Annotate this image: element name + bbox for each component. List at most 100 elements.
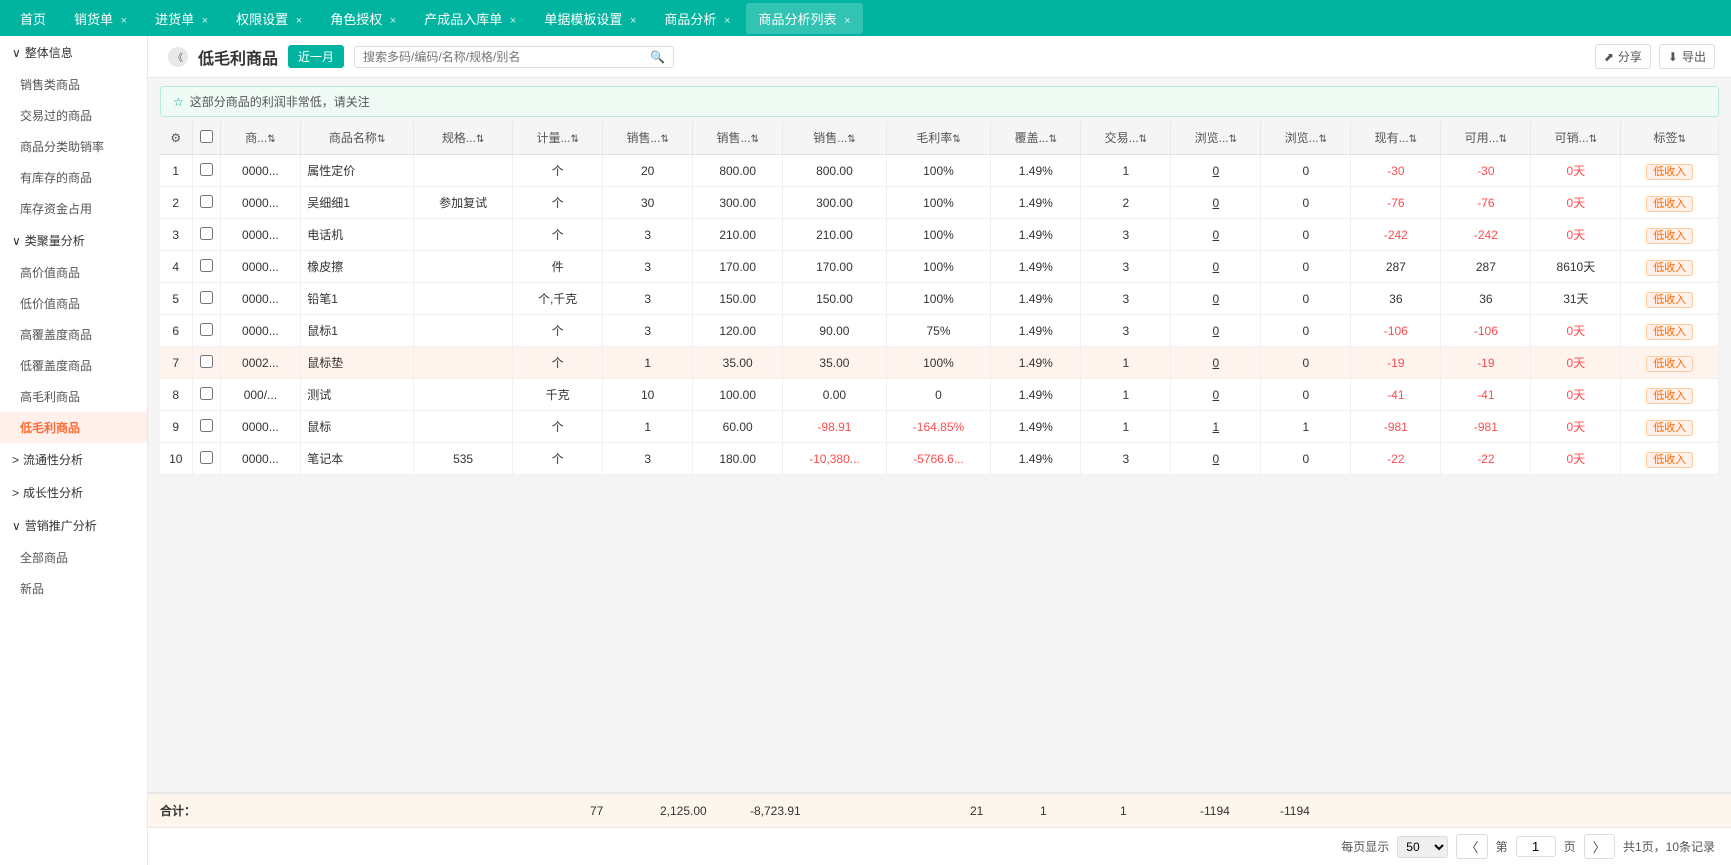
search-input[interactable] (363, 50, 644, 64)
close-permissions-icon[interactable]: × (296, 15, 302, 27)
row-checkbox-input[interactable] (200, 163, 213, 176)
col-txn[interactable]: 交易...⇅ (1081, 121, 1171, 155)
export-button[interactable]: ⬇ 导出 (1659, 44, 1715, 69)
sidebar-item-high-coverage[interactable]: 高覆盖度商品 (0, 319, 147, 350)
page-number-input[interactable] (1516, 836, 1556, 857)
row-checkbox[interactable] (192, 219, 220, 251)
row-browse[interactable]: 0 (1171, 251, 1261, 283)
col-price[interactable]: 销售...⇅ (693, 121, 783, 155)
close-goods-analysis-icon[interactable]: × (724, 15, 730, 27)
sidebar-item-sales-goods[interactable]: 销售类商品 (0, 69, 147, 100)
sidebar-item-low-value[interactable]: 低价值商品 (0, 288, 147, 319)
close-purchase-icon[interactable]: × (202, 15, 208, 27)
row-sale-amt: 150.00 (783, 283, 887, 315)
chevron-down-icon-2: ∨ (12, 234, 21, 248)
row-browse[interactable]: 0 (1171, 187, 1261, 219)
row-checkbox[interactable] (192, 315, 220, 347)
col-checkbox[interactable] (192, 121, 220, 155)
close-goods-list-icon[interactable]: × (844, 15, 850, 27)
sidebar-item-low-coverage[interactable]: 低覆盖度商品 (0, 350, 147, 381)
nav-permissions[interactable]: 权限设置 × (224, 3, 314, 34)
col-gross-pct[interactable]: 毛利率⇅ (886, 121, 991, 155)
row-sale-amt: 800.00 (783, 155, 887, 187)
row-checkbox-input[interactable] (200, 195, 213, 208)
sidebar-group-growth[interactable]: > 成长性分析 (0, 476, 147, 509)
col-salable[interactable]: 可销...⇅ (1531, 121, 1621, 155)
col-browse[interactable]: 浏览...⇅ (1171, 121, 1261, 155)
col-settings[interactable]: ⚙ (160, 121, 192, 155)
row-checkbox[interactable] (192, 251, 220, 283)
col-sale-amt[interactable]: 销售...⇅ (783, 121, 887, 155)
share-button[interactable]: ⬈ 分享 (1595, 44, 1651, 69)
sidebar-item-all-goods[interactable]: 全部商品 (0, 542, 147, 573)
sidebar-collapse-button[interactable]: 《 (168, 47, 188, 67)
prev-page-button[interactable]: 〈 (1456, 834, 1487, 859)
select-all-checkbox[interactable] (200, 130, 213, 143)
row-browse[interactable]: 0 (1171, 443, 1261, 475)
sidebar-item-low-gross[interactable]: 低毛利商品 (0, 412, 147, 443)
row-browse[interactable]: 0 (1171, 315, 1261, 347)
col-qty[interactable]: 销售...⇅ (603, 121, 693, 155)
close-template-icon[interactable]: × (630, 15, 636, 27)
row-checkbox-input[interactable] (200, 259, 213, 272)
row-browse[interactable]: 0 (1171, 219, 1261, 251)
row-checkbox[interactable] (192, 379, 220, 411)
nav-purchase[interactable]: 进货单 × (143, 3, 220, 34)
col-coverage[interactable]: 覆盖...⇅ (991, 121, 1081, 155)
sidebar-group-marketing[interactable]: ∨ 营销推广分析 (0, 509, 147, 542)
sidebar-item-category-rate[interactable]: 商品分类助销率 (0, 131, 147, 162)
nav-goods-analysis-list[interactable]: 商品分析列表 × (746, 3, 862, 34)
row-checkbox[interactable] (192, 411, 220, 443)
row-checkbox[interactable] (192, 443, 220, 475)
row-checkbox-input[interactable] (200, 323, 213, 336)
nav-goods-analysis[interactable]: 商品分析 × (652, 3, 742, 34)
row-browse[interactable]: 0 (1171, 347, 1261, 379)
col-name[interactable]: 商品名称⇅ (301, 121, 414, 155)
col-spec[interactable]: 规格...⇅ (414, 121, 513, 155)
row-checkbox-input[interactable] (200, 387, 213, 400)
sidebar-item-traded-goods[interactable]: 交易过的商品 (0, 100, 147, 131)
nav-template[interactable]: 单据模板设置 × (532, 3, 648, 34)
page-size-select[interactable]: 50 100 200 (1397, 836, 1448, 858)
row-browse[interactable]: 0 (1171, 283, 1261, 315)
row-name: 鼠标 (301, 411, 414, 443)
row-browse[interactable]: 0 (1171, 379, 1261, 411)
nav-product-entry[interactable]: 产成品入库单 × (412, 3, 528, 34)
close-sales-icon[interactable]: × (121, 15, 127, 27)
next-page-button[interactable]: 〉 (1584, 834, 1615, 859)
filter-recent-month-button[interactable]: 近一月 (288, 45, 344, 68)
sidebar-group-overall[interactable]: ∨ 整体信息 (0, 36, 147, 69)
sidebar-item-in-stock[interactable]: 有库存的商品 (0, 162, 147, 193)
close-roles-icon[interactable]: × (390, 15, 396, 27)
col-avail[interactable]: 可用...⇅ (1441, 121, 1531, 155)
close-product-entry-icon[interactable]: × (510, 15, 516, 27)
table-wrapper[interactable]: ⚙ 商...⇅ 商品名称⇅ 规格...⇅ 计量...⇅ 销售...⇅ 销售...… (160, 121, 1719, 792)
col-unit[interactable]: 计量...⇅ (513, 121, 603, 155)
row-browse[interactable]: 0 (1171, 155, 1261, 187)
col-tag[interactable]: 标签⇅ (1621, 121, 1719, 155)
row-checkbox-input[interactable] (200, 227, 213, 240)
row-checkbox[interactable] (192, 187, 220, 219)
sidebar-group-flow[interactable]: > 流通性分析 (0, 443, 147, 476)
row-browse[interactable]: 1 (1171, 411, 1261, 443)
header-actions: ⬈ 分享 ⬇ 导出 (1595, 44, 1715, 69)
row-checkbox-input[interactable] (200, 355, 213, 368)
row-checkbox[interactable] (192, 347, 220, 379)
sidebar-item-capital[interactable]: 库存资金占用 (0, 193, 147, 224)
row-checkbox-input[interactable] (200, 419, 213, 432)
sidebar-item-high-value[interactable]: 高价值商品 (0, 257, 147, 288)
row-checkbox-input[interactable] (200, 451, 213, 464)
col-stock[interactable]: 现有...⇅ (1351, 121, 1441, 155)
sidebar-group-cluster[interactable]: ∨ 类聚量分析 (0, 224, 147, 257)
search-icon[interactable]: 🔍 (650, 50, 665, 64)
nav-home[interactable]: 首页 (8, 3, 58, 34)
nav-sales[interactable]: 销货单 × (62, 3, 139, 34)
sidebar-item-high-gross[interactable]: 高毛利商品 (0, 381, 147, 412)
col-browse-num[interactable]: 浏览...⇅ (1261, 121, 1351, 155)
col-code[interactable]: 商...⇅ (220, 121, 301, 155)
row-checkbox-input[interactable] (200, 291, 213, 304)
nav-roles[interactable]: 角色授权 × (318, 3, 408, 34)
sidebar-item-new-goods[interactable]: 新品 (0, 573, 147, 604)
row-checkbox[interactable] (192, 283, 220, 315)
row-checkbox[interactable] (192, 155, 220, 187)
